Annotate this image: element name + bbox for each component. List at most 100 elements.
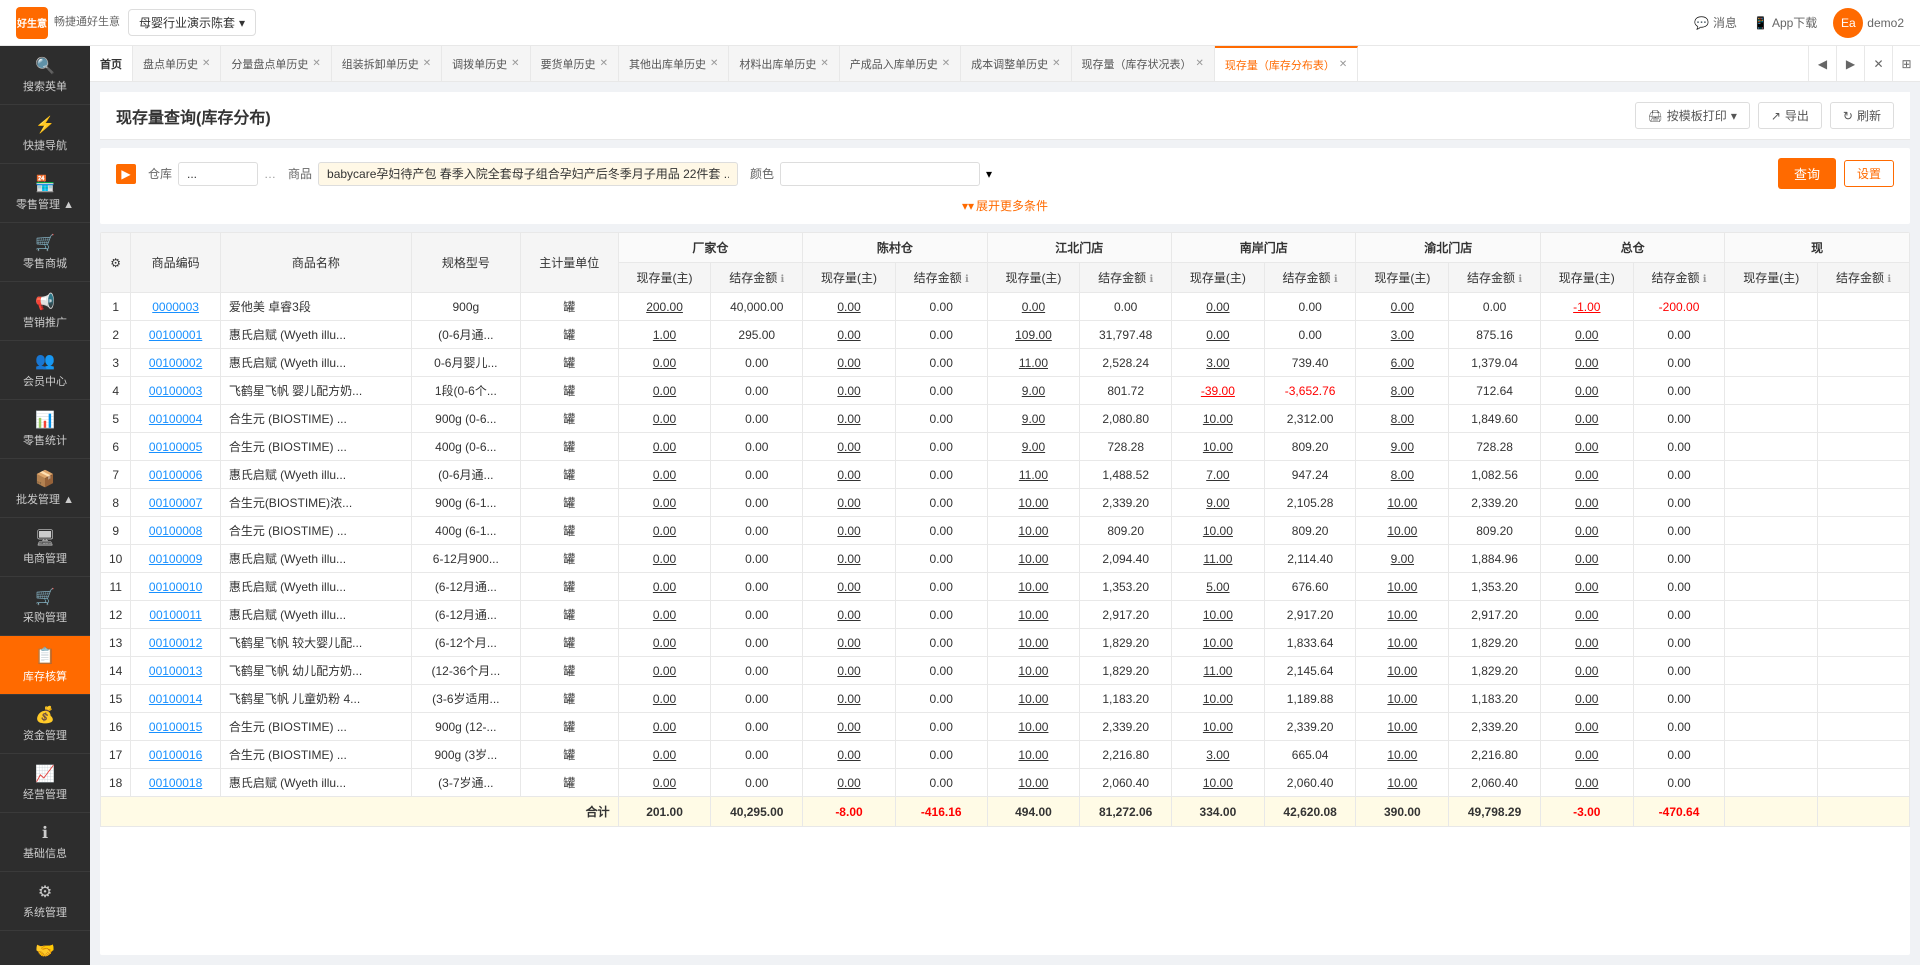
row-w5-qty[interactable]: 10.00 xyxy=(1356,685,1449,713)
row-w4-qty[interactable]: 10.00 xyxy=(1172,769,1265,797)
row-total-qty[interactable]: -1.00 xyxy=(1540,293,1633,321)
row-code[interactable]: 00100016 xyxy=(131,741,220,769)
user-menu[interactable]: Ea demo2 xyxy=(1833,8,1904,38)
row-total-qty[interactable]: 0.00 xyxy=(1540,433,1633,461)
row-w3-qty[interactable]: 11.00 xyxy=(987,349,1080,377)
row-code[interactable]: 00100010 xyxy=(131,573,220,601)
row-w1-qty[interactable]: 0.00 xyxy=(618,769,711,797)
row-w1-qty[interactable]: 0.00 xyxy=(618,713,711,741)
row-code[interactable]: 00100008 xyxy=(131,517,220,545)
row-w4-qty[interactable]: 0.00 xyxy=(1172,293,1265,321)
row-total-qty[interactable]: 0.00 xyxy=(1540,713,1633,741)
row-w2-qty[interactable]: 0.00 xyxy=(803,517,896,545)
row-w4-qty[interactable]: 10.00 xyxy=(1172,517,1265,545)
row-w2-qty[interactable]: 0.00 xyxy=(803,573,896,601)
tab-order[interactable]: 要货单历史 ✕ xyxy=(531,46,619,81)
row-w4-qty[interactable]: 10.00 xyxy=(1172,713,1265,741)
row-w5-qty[interactable]: 8.00 xyxy=(1356,461,1449,489)
row-w1-qty[interactable]: 0.00 xyxy=(618,657,711,685)
row-w4-qty[interactable]: 11.00 xyxy=(1172,545,1265,573)
row-w1-qty[interactable]: 200.00 xyxy=(618,293,711,321)
row-total-qty[interactable]: 0.00 xyxy=(1540,517,1633,545)
row-total-qty[interactable]: 0.00 xyxy=(1540,321,1633,349)
tab-transfer-close[interactable]: ✕ xyxy=(511,58,519,69)
row-w1-qty[interactable]: 0.00 xyxy=(618,741,711,769)
row-code[interactable]: 00100002 xyxy=(131,349,220,377)
row-code[interactable]: 00100007 xyxy=(131,489,220,517)
color-input[interactable] xyxy=(780,162,980,186)
tab-material-out-close[interactable]: ✕ xyxy=(820,58,828,69)
sidebar-item-retail-mgmt[interactable]: 🏪 零售管理 ▲ xyxy=(0,164,90,223)
row-w1-qty[interactable]: 0.00 xyxy=(618,433,711,461)
col-gear[interactable]: ⚙ xyxy=(101,233,131,293)
row-w1-qty[interactable]: 0.00 xyxy=(618,405,711,433)
row-code[interactable]: 00100006 xyxy=(131,461,220,489)
sidebar-item-quicknav[interactable]: ⚡ 快捷导航 xyxy=(0,105,90,164)
row-w5-qty[interactable]: 10.00 xyxy=(1356,741,1449,769)
row-w5-qty[interactable]: 9.00 xyxy=(1356,545,1449,573)
sidebar-item-retail-mall[interactable]: 🛒 零售商城 xyxy=(0,223,90,282)
row-w4-qty[interactable]: 10.00 xyxy=(1172,405,1265,433)
tab-disc[interactable]: 盘点单历史 ✕ xyxy=(133,46,221,81)
row-code[interactable]: 00100011 xyxy=(131,601,220,629)
sidebar-item-inventory[interactable]: 📋 库存核算 xyxy=(0,636,90,695)
expand-more-button[interactable]: ▾▾ 展开更多条件 xyxy=(962,197,1048,214)
row-code[interactable]: 00100004 xyxy=(131,405,220,433)
row-code[interactable]: 00100014 xyxy=(131,685,220,713)
sidebar-item-members[interactable]: 👥 会员中心 xyxy=(0,341,90,400)
row-w2-qty[interactable]: 0.00 xyxy=(803,349,896,377)
row-w2-qty[interactable]: 0.00 xyxy=(803,741,896,769)
tab-combo[interactable]: 组装拆卸单历史 ✕ xyxy=(332,46,442,81)
row-w4-qty[interactable]: -39.00 xyxy=(1172,377,1265,405)
row-total-qty[interactable]: 0.00 xyxy=(1540,769,1633,797)
tab-inv-dist[interactable]: 现存量（库存分布表） ✕ xyxy=(1215,46,1358,81)
row-w1-qty[interactable]: 0.00 xyxy=(618,517,711,545)
row-w5-qty[interactable]: 8.00 xyxy=(1356,405,1449,433)
sidebar-item-operations[interactable]: 📈 经营管理 xyxy=(0,754,90,813)
sidebar-item-finance[interactable]: 💰 资金管理 xyxy=(0,695,90,754)
row-w1-qty[interactable]: 1.00 xyxy=(618,321,711,349)
row-w2-qty[interactable]: 0.00 xyxy=(803,293,896,321)
row-w2-qty[interactable]: 0.00 xyxy=(803,629,896,657)
row-w4-qty[interactable]: 10.00 xyxy=(1172,685,1265,713)
sidebar-item-purchase[interactable]: 🛒 采购管理 xyxy=(0,577,90,636)
row-w3-qty[interactable]: 11.00 xyxy=(987,461,1080,489)
row-w2-qty[interactable]: 0.00 xyxy=(803,433,896,461)
tab-next-button[interactable]: ▶ xyxy=(1836,46,1864,81)
tab-product-in-close[interactable]: ✕ xyxy=(942,58,950,69)
row-w5-qty[interactable]: 8.00 xyxy=(1356,377,1449,405)
row-w3-qty[interactable]: 0.00 xyxy=(987,293,1080,321)
row-w2-qty[interactable]: 0.00 xyxy=(803,713,896,741)
row-w5-qty[interactable]: 0.00 xyxy=(1356,293,1449,321)
row-w2-qty[interactable]: 0.00 xyxy=(803,377,896,405)
row-w3-qty[interactable]: 10.00 xyxy=(987,573,1080,601)
row-code[interactable]: 00100005 xyxy=(131,433,220,461)
sidebar-item-ecommerce[interactable]: 🖥 电商管理 xyxy=(0,518,90,577)
row-w2-qty[interactable]: 0.00 xyxy=(803,489,896,517)
row-w1-qty[interactable]: 0.00 xyxy=(618,685,711,713)
row-w3-qty[interactable]: 10.00 xyxy=(987,685,1080,713)
row-w3-qty[interactable]: 10.00 xyxy=(987,713,1080,741)
row-w2-qty[interactable]: 0.00 xyxy=(803,405,896,433)
row-w5-qty[interactable]: 10.00 xyxy=(1356,517,1449,545)
row-code[interactable]: 00100018 xyxy=(131,769,220,797)
settings-button[interactable]: 设置 xyxy=(1844,160,1894,187)
tab-home[interactable]: 首页 xyxy=(90,46,133,81)
tab-disc-close[interactable]: ✕ xyxy=(202,58,210,69)
row-w3-qty[interactable]: 9.00 xyxy=(987,405,1080,433)
row-w3-qty[interactable]: 10.00 xyxy=(987,769,1080,797)
tab-cost-adj-close[interactable]: ✕ xyxy=(1052,58,1060,69)
row-code[interactable]: 00100013 xyxy=(131,657,220,685)
row-w4-qty[interactable]: 10.00 xyxy=(1172,601,1265,629)
row-w3-qty[interactable]: 10.00 xyxy=(987,489,1080,517)
row-w1-qty[interactable]: 0.00 xyxy=(618,489,711,517)
row-code[interactable]: 00100009 xyxy=(131,545,220,573)
row-w1-qty[interactable]: 0.00 xyxy=(618,573,711,601)
row-w2-qty[interactable]: 0.00 xyxy=(803,461,896,489)
product-input[interactable] xyxy=(318,162,738,186)
row-w5-qty[interactable]: 10.00 xyxy=(1356,629,1449,657)
message-button[interactable]: 💬 消息 xyxy=(1694,14,1737,31)
row-w2-qty[interactable]: 0.00 xyxy=(803,601,896,629)
row-w3-qty[interactable]: 10.00 xyxy=(987,517,1080,545)
tab-prev-button[interactable]: ◀ xyxy=(1808,46,1836,81)
